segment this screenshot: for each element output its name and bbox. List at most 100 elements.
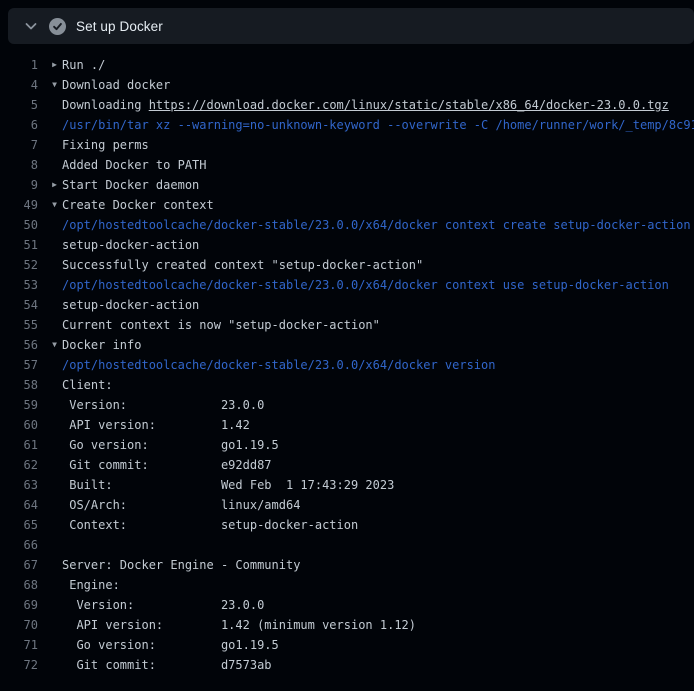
line-text: Engine: [62, 575, 120, 595]
line-text: /usr/bin/tar xz --warning=no-unknown-key… [62, 115, 694, 135]
line-number[interactable]: 54 [0, 295, 38, 315]
group-collapsed-triangle-right-icon[interactable]: ▶ [38, 175, 62, 195]
workflow-log-viewer: Set up Docker 1▶Run ./4▼Download docker5… [0, 8, 694, 675]
line-number[interactable]: 53 [0, 275, 38, 295]
line-text: /opt/hostedtoolcache/docker-stable/23.0.… [62, 215, 691, 235]
line-text: Create Docker context [62, 195, 214, 215]
marker-spacer [38, 135, 62, 155]
marker-spacer [38, 595, 62, 615]
log-line: 51 setup-docker-action [0, 235, 694, 255]
log-line: 55 Current context is now "setup-docker-a… [0, 315, 694, 335]
line-number[interactable]: 63 [0, 475, 38, 495]
marker-spacer [38, 475, 62, 495]
line-number[interactable]: 56 [0, 335, 38, 355]
line-number[interactable]: 66 [0, 535, 38, 555]
line-text: Built: Wed Feb 1 17:43:29 2023 [62, 475, 394, 495]
line-number[interactable]: 58 [0, 375, 38, 395]
step-success-check-circle-icon [49, 18, 66, 35]
line-number[interactable]: 72 [0, 655, 38, 675]
group-expanded-triangle-down-icon[interactable]: ▼ [38, 335, 62, 355]
log-line: 4▼Download docker [0, 75, 694, 95]
log-line: 50/opt/hostedtoolcache/docker-stable/23.… [0, 215, 694, 235]
line-number[interactable]: 1 [0, 55, 38, 75]
line-number[interactable]: 52 [0, 255, 38, 275]
line-number[interactable]: 62 [0, 455, 38, 475]
line-number[interactable]: 57 [0, 355, 38, 375]
marker-spacer [38, 395, 62, 415]
marker-spacer [38, 295, 62, 315]
log-line: 69 Version: 23.0.0 [0, 595, 694, 615]
line-number[interactable]: 6 [0, 115, 38, 135]
line-text: Version: 23.0.0 [62, 595, 264, 615]
marker-spacer [38, 375, 62, 395]
log-link[interactable]: https://download.docker.com/linux/static… [149, 98, 669, 112]
log-line: 52Successfully created context "setup-do… [0, 255, 694, 275]
line-text: Current context is now "setup-docker-act… [62, 315, 380, 335]
log-line: 8Added Docker to PATH [0, 155, 694, 175]
chevron-down-icon[interactable] [25, 22, 37, 31]
log-line: 70 API version: 1.42 (minimum version 1.… [0, 615, 694, 635]
line-text: setup-docker-action [62, 295, 199, 315]
marker-spacer [38, 575, 62, 595]
line-number[interactable]: 4 [0, 75, 38, 95]
log-line: 1▶Run ./ [0, 55, 694, 75]
log-line: 5 Downloading https://download.docker.com… [0, 95, 694, 115]
line-number[interactable]: 71 [0, 635, 38, 655]
log-line: 56▼Docker info [0, 335, 694, 355]
line-text: Start Docker daemon [62, 175, 199, 195]
marker-spacer [38, 495, 62, 515]
line-number[interactable]: 5 [0, 95, 38, 115]
line-text: Context: setup-docker-action [62, 515, 358, 535]
log-line: 66 [0, 535, 694, 555]
marker-spacer [38, 415, 62, 435]
line-number[interactable]: 55 [0, 315, 38, 335]
line-number[interactable]: 68 [0, 575, 38, 595]
line-number[interactable]: 64 [0, 495, 38, 515]
marker-spacer [38, 355, 62, 375]
line-number[interactable]: 69 [0, 595, 38, 615]
group-expanded-triangle-down-icon[interactable]: ▼ [38, 75, 62, 95]
line-number[interactable]: 65 [0, 515, 38, 535]
line-number[interactable]: 50 [0, 215, 38, 235]
line-text: Downloading https://download.docker.com/… [62, 95, 669, 115]
log-line: 60 API version: 1.42 [0, 415, 694, 435]
line-number[interactable]: 67 [0, 555, 38, 575]
log-line: 72 Git commit: d7573ab [0, 655, 694, 675]
log-line: 67 Server: Docker Engine - Community [0, 555, 694, 575]
line-text: Go version: go1.19.5 [62, 635, 279, 655]
log-line: 7Fixing perms [0, 135, 694, 155]
line-text: Client: [62, 375, 113, 395]
line-text: setup-docker-action [62, 235, 199, 255]
marker-spacer [38, 635, 62, 655]
line-number[interactable]: 51 [0, 235, 38, 255]
line-number[interactable]: 60 [0, 415, 38, 435]
line-number[interactable]: 8 [0, 155, 38, 175]
log-line: 62 Git commit: e92dd87 [0, 455, 694, 475]
line-text: Server: Docker Engine - Community [62, 555, 300, 575]
line-number[interactable]: 70 [0, 615, 38, 635]
marker-spacer [38, 555, 62, 575]
line-text: Version: 23.0.0 [62, 395, 264, 415]
log-line: 6/usr/bin/tar xz --warning=no-unknown-ke… [0, 115, 694, 135]
marker-spacer [38, 315, 62, 335]
line-number[interactable]: 9 [0, 175, 38, 195]
log-line: 54 setup-docker-action [0, 295, 694, 315]
line-number[interactable]: 7 [0, 135, 38, 155]
log-line: 53/opt/hostedtoolcache/docker-stable/23.… [0, 275, 694, 295]
line-text: Run ./ [62, 55, 105, 75]
line-text: OS/Arch: linux/amd64 [62, 495, 300, 515]
group-collapsed-triangle-right-icon[interactable]: ▶ [38, 55, 62, 75]
line-number[interactable]: 61 [0, 435, 38, 455]
line-number[interactable]: 49 [0, 195, 38, 215]
marker-spacer [38, 655, 62, 675]
step-header[interactable]: Set up Docker [8, 8, 694, 44]
line-text: API version: 1.42 (minimum version 1.12) [62, 615, 416, 635]
group-expanded-triangle-down-icon[interactable]: ▼ [38, 195, 62, 215]
line-text: /opt/hostedtoolcache/docker-stable/23.0.… [62, 275, 669, 295]
step-title: Set up Docker [76, 19, 163, 34]
marker-spacer [38, 255, 62, 275]
marker-spacer [38, 275, 62, 295]
line-number[interactable]: 59 [0, 395, 38, 415]
marker-spacer [38, 435, 62, 455]
line-text: Docker info [62, 335, 141, 355]
